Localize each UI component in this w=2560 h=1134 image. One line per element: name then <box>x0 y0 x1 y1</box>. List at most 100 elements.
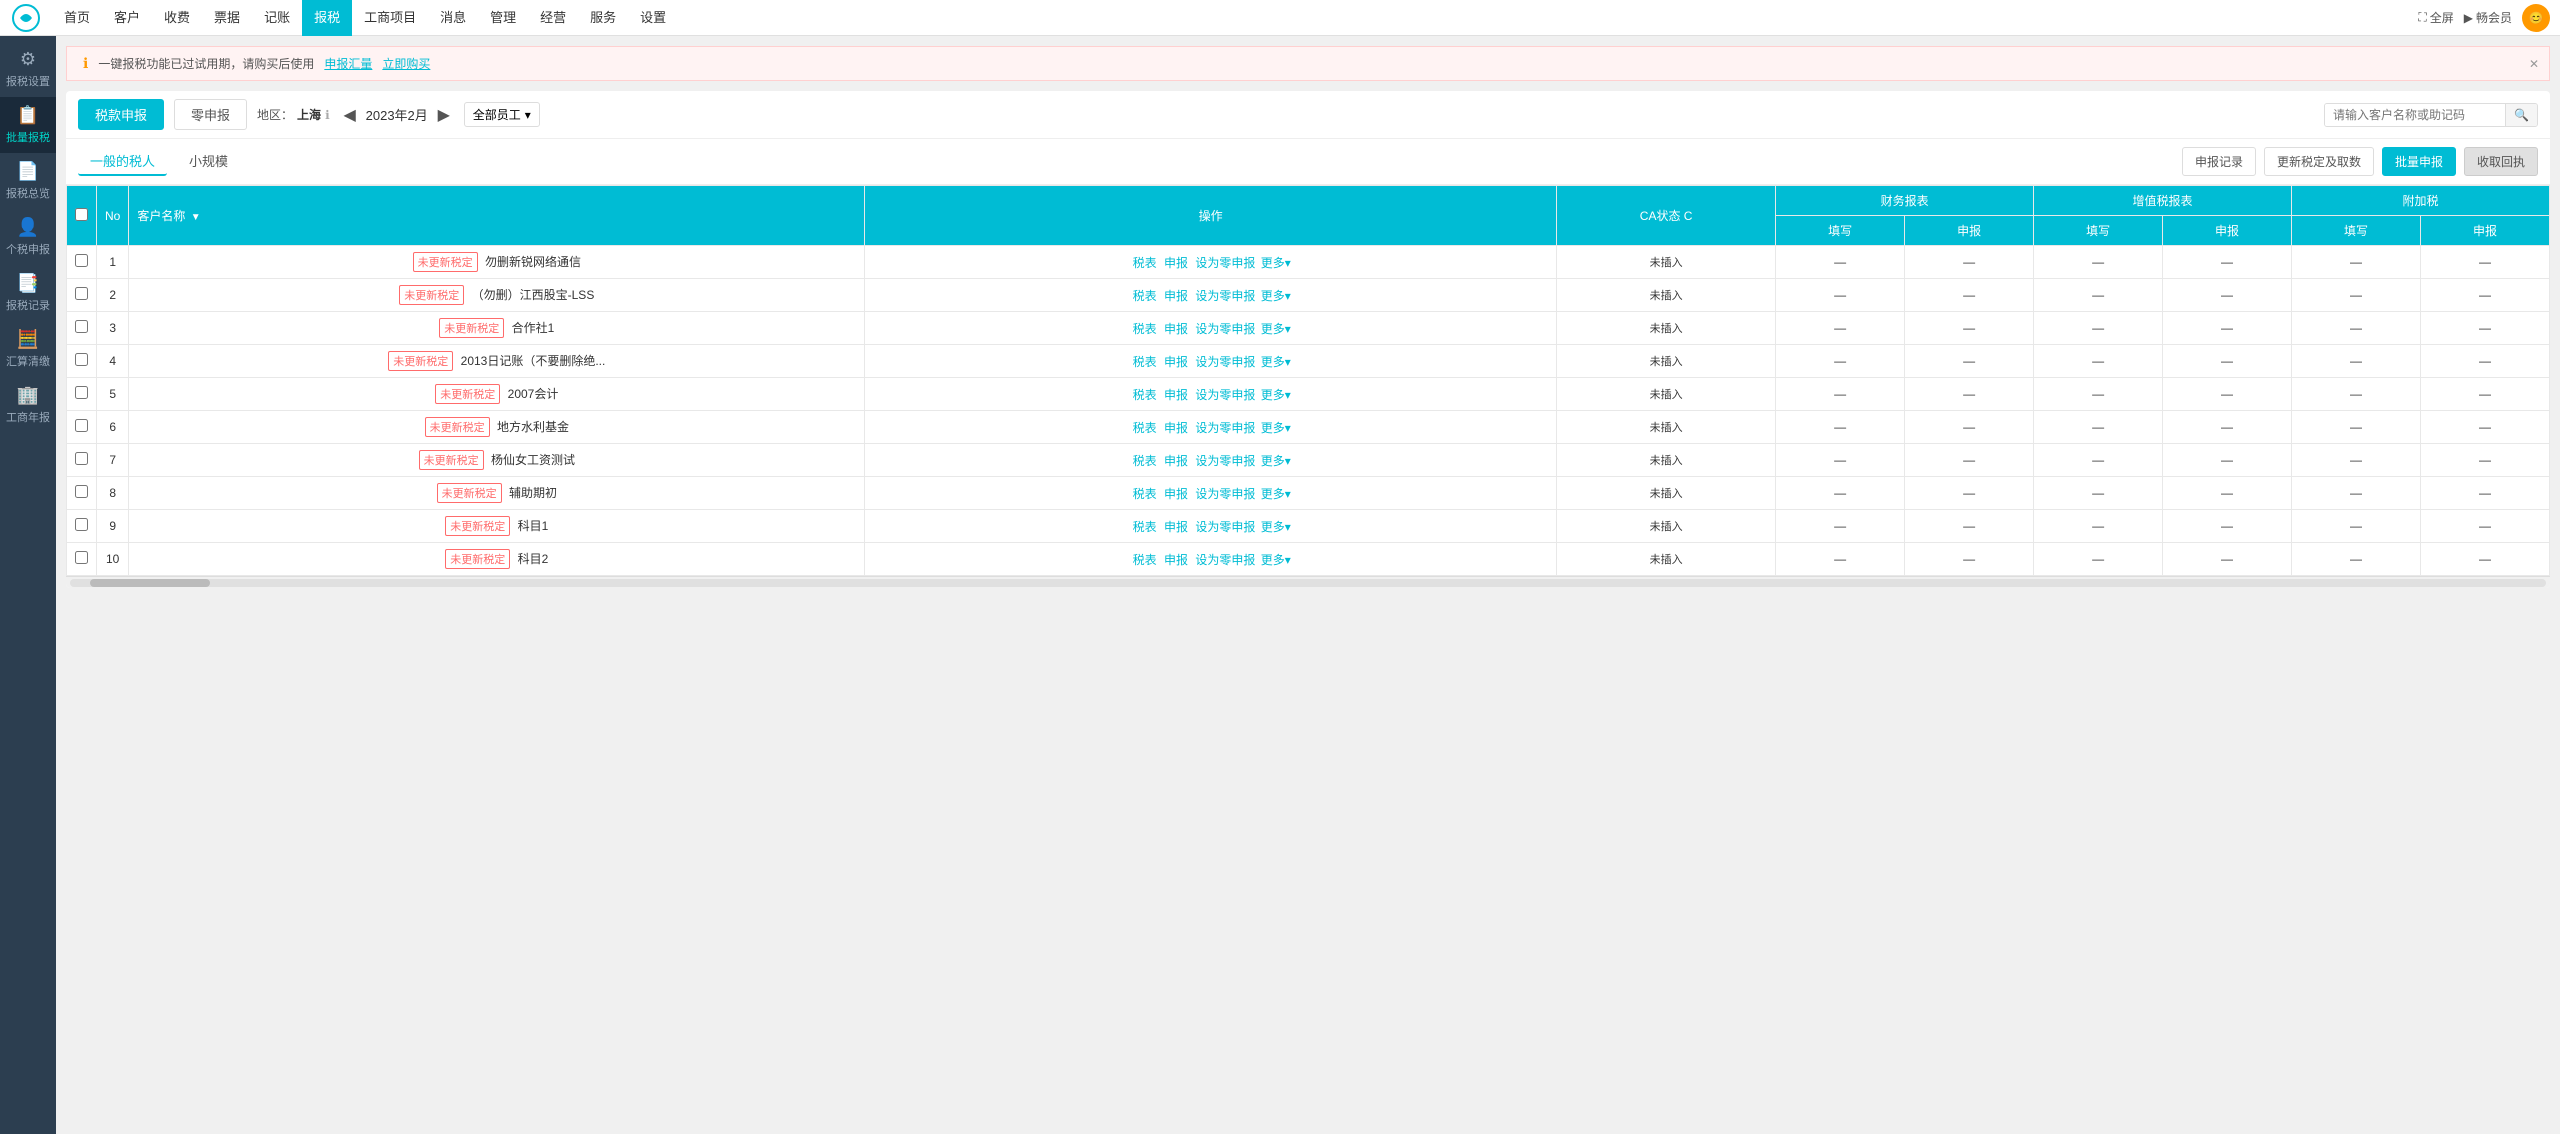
user-avatar[interactable]: 😊 <box>2522 4 2550 32</box>
op-zero-1[interactable]: 设为零申报 <box>1195 289 1255 303</box>
op-more-5[interactable]: 更多▾ <box>1261 421 1291 435</box>
search-input[interactable] <box>2325 104 2505 126</box>
nav-message[interactable]: 消息 <box>428 0 478 36</box>
op-zero-8[interactable]: 设为零申报 <box>1195 520 1255 534</box>
sub-tab-small[interactable]: 小规模 <box>177 147 240 176</box>
op-tax-table-6[interactable]: 税表 <box>1133 454 1157 468</box>
next-date-button[interactable]: ▶ <box>434 105 454 125</box>
nav-accounting[interactable]: 记账 <box>252 0 302 36</box>
op-declare-5[interactable]: 申报 <box>1164 421 1188 435</box>
op-declare-6[interactable]: 申报 <box>1164 454 1188 468</box>
batch-declare-button[interactable]: 批量申报 <box>2382 147 2456 176</box>
row-checkbox-4[interactable] <box>75 386 88 399</box>
op-more-3[interactable]: 更多▾ <box>1261 355 1291 369</box>
sidebar-item-reconciliation[interactable]: 🧮 汇算清缴 <box>0 321 56 377</box>
op-more-6[interactable]: 更多▾ <box>1261 454 1291 468</box>
op-declare-2[interactable]: 申报 <box>1164 322 1188 336</box>
scrollbar-thumb[interactable] <box>90 579 210 587</box>
sidebar-item-annual-report[interactable]: 🏢 工商年报 <box>0 377 56 433</box>
logo[interactable] <box>10 2 42 34</box>
op-zero-7[interactable]: 设为零申报 <box>1195 487 1255 501</box>
op-more-8[interactable]: 更多▾ <box>1261 520 1291 534</box>
op-declare-7[interactable]: 申报 <box>1164 487 1188 501</box>
collect-receipt-button[interactable]: 收取回执 <box>2464 147 2538 176</box>
op-zero-2[interactable]: 设为零申报 <box>1195 322 1255 336</box>
nav-settings[interactable]: 设置 <box>628 0 678 36</box>
op-tax-table-8[interactable]: 税表 <box>1133 520 1157 534</box>
row-ca-8: 未插入 <box>1557 510 1776 543</box>
update-tax-button[interactable]: 更新税定及取数 <box>2264 147 2374 176</box>
sidebar-item-tax-records[interactable]: 📑 报税记录 <box>0 265 56 321</box>
row-checkbox-5[interactable] <box>75 419 88 432</box>
tab-tax-declaration[interactable]: 税款申报 <box>78 99 164 130</box>
banner-close-button[interactable]: ✕ <box>2529 57 2539 71</box>
header-finance-declare: 申报 <box>1905 216 2034 246</box>
op-tax-table-2[interactable]: 税表 <box>1133 322 1157 336</box>
nav-customer[interactable]: 客户 <box>102 0 152 36</box>
sidebar-item-label-tax-overview: 报税总览 <box>6 185 50 201</box>
op-declare-9[interactable]: 申报 <box>1164 553 1188 567</box>
horizontal-scrollbar[interactable] <box>66 576 2550 588</box>
op-declare-0[interactable]: 申报 <box>1164 256 1188 270</box>
op-tax-table-3[interactable]: 税表 <box>1133 355 1157 369</box>
op-more-0[interactable]: 更多▾ <box>1261 256 1291 270</box>
employee-selector[interactable]: 全部员工 ▾ <box>464 102 540 127</box>
name-sort-icon[interactable]: ▼ <box>191 212 201 223</box>
main-layout: ⚙ 报税设置 📋 批量报税 📄 报税总览 👤 个税申报 📑 报税记录 🧮 汇算清… <box>0 36 2560 1134</box>
search-button[interactable]: 🔍 <box>2505 104 2537 126</box>
op-zero-0[interactable]: 设为零申报 <box>1195 256 1255 270</box>
nav-service[interactable]: 服务 <box>578 0 628 36</box>
op-more-4[interactable]: 更多▾ <box>1261 388 1291 402</box>
row-add-dec-9: — <box>2421 543 2550 576</box>
banner-link1[interactable]: 申报汇量 <box>324 55 372 72</box>
status-badge-1: 未更新税定 <box>399 285 464 305</box>
sidebar-item-tax-overview[interactable]: 📄 报税总览 <box>0 153 56 209</box>
op-tax-table-0[interactable]: 税表 <box>1133 256 1157 270</box>
op-declare-1[interactable]: 申报 <box>1164 289 1188 303</box>
sub-tab-general[interactable]: 一般的税人 <box>78 147 167 176</box>
tab-zero-declaration[interactable]: 零申报 <box>174 99 247 130</box>
op-zero-6[interactable]: 设为零申报 <box>1195 454 1255 468</box>
nav-home[interactable]: 首页 <box>52 0 102 36</box>
op-declare-4[interactable]: 申报 <box>1164 388 1188 402</box>
op-tax-table-5[interactable]: 税表 <box>1133 421 1157 435</box>
row-checkbox-1[interactable] <box>75 287 88 300</box>
op-more-7[interactable]: 更多▾ <box>1261 487 1291 501</box>
row-checkbox-9[interactable] <box>75 551 88 564</box>
op-more-2[interactable]: 更多▾ <box>1261 322 1291 336</box>
banner-link2[interactable]: 立即购买 <box>382 55 430 72</box>
row-checkbox-3[interactable] <box>75 353 88 366</box>
declaration-records-button[interactable]: 申报记录 <box>2182 147 2256 176</box>
upgrade-button[interactable]: ▶ 畅会员 <box>2464 9 2512 26</box>
row-checkbox-0[interactable] <box>75 254 88 267</box>
location-info-icon[interactable]: ℹ <box>325 108 330 122</box>
sidebar-item-personal-tax[interactable]: 👤 个税申报 <box>0 209 56 265</box>
op-more-9[interactable]: 更多▾ <box>1261 553 1291 567</box>
prev-date-button[interactable]: ◀ <box>340 105 360 125</box>
fullscreen-button[interactable]: ⛶ 全屏 <box>2418 9 2453 26</box>
op-zero-3[interactable]: 设为零申报 <box>1195 355 1255 369</box>
row-checkbox-2[interactable] <box>75 320 88 333</box>
sidebar-item-tax-settings[interactable]: ⚙ 报税设置 <box>0 41 56 97</box>
nav-billing[interactable]: 收费 <box>152 0 202 36</box>
op-declare-8[interactable]: 申报 <box>1164 520 1188 534</box>
op-more-1[interactable]: 更多▾ <box>1261 289 1291 303</box>
op-zero-4[interactable]: 设为零申报 <box>1195 388 1255 402</box>
select-all-checkbox[interactable] <box>75 208 88 221</box>
op-tax-table-4[interactable]: 税表 <box>1133 388 1157 402</box>
op-declare-3[interactable]: 申报 <box>1164 355 1188 369</box>
op-zero-5[interactable]: 设为零申报 <box>1195 421 1255 435</box>
op-tax-table-1[interactable]: 税表 <box>1133 289 1157 303</box>
op-tax-table-7[interactable]: 税表 <box>1133 487 1157 501</box>
row-checkbox-6[interactable] <box>75 452 88 465</box>
nav-tax[interactable]: 报税 <box>302 0 352 36</box>
sidebar-item-batch-tax[interactable]: 📋 批量报税 <box>0 97 56 153</box>
nav-manage[interactable]: 管理 <box>478 0 528 36</box>
row-checkbox-7[interactable] <box>75 485 88 498</box>
nav-operation[interactable]: 经营 <box>528 0 578 36</box>
op-zero-9[interactable]: 设为零申报 <box>1195 553 1255 567</box>
nav-business[interactable]: 工商项目 <box>352 0 428 36</box>
op-tax-table-9[interactable]: 税表 <box>1133 553 1157 567</box>
row-checkbox-8[interactable] <box>75 518 88 531</box>
nav-invoice[interactable]: 票据 <box>202 0 252 36</box>
